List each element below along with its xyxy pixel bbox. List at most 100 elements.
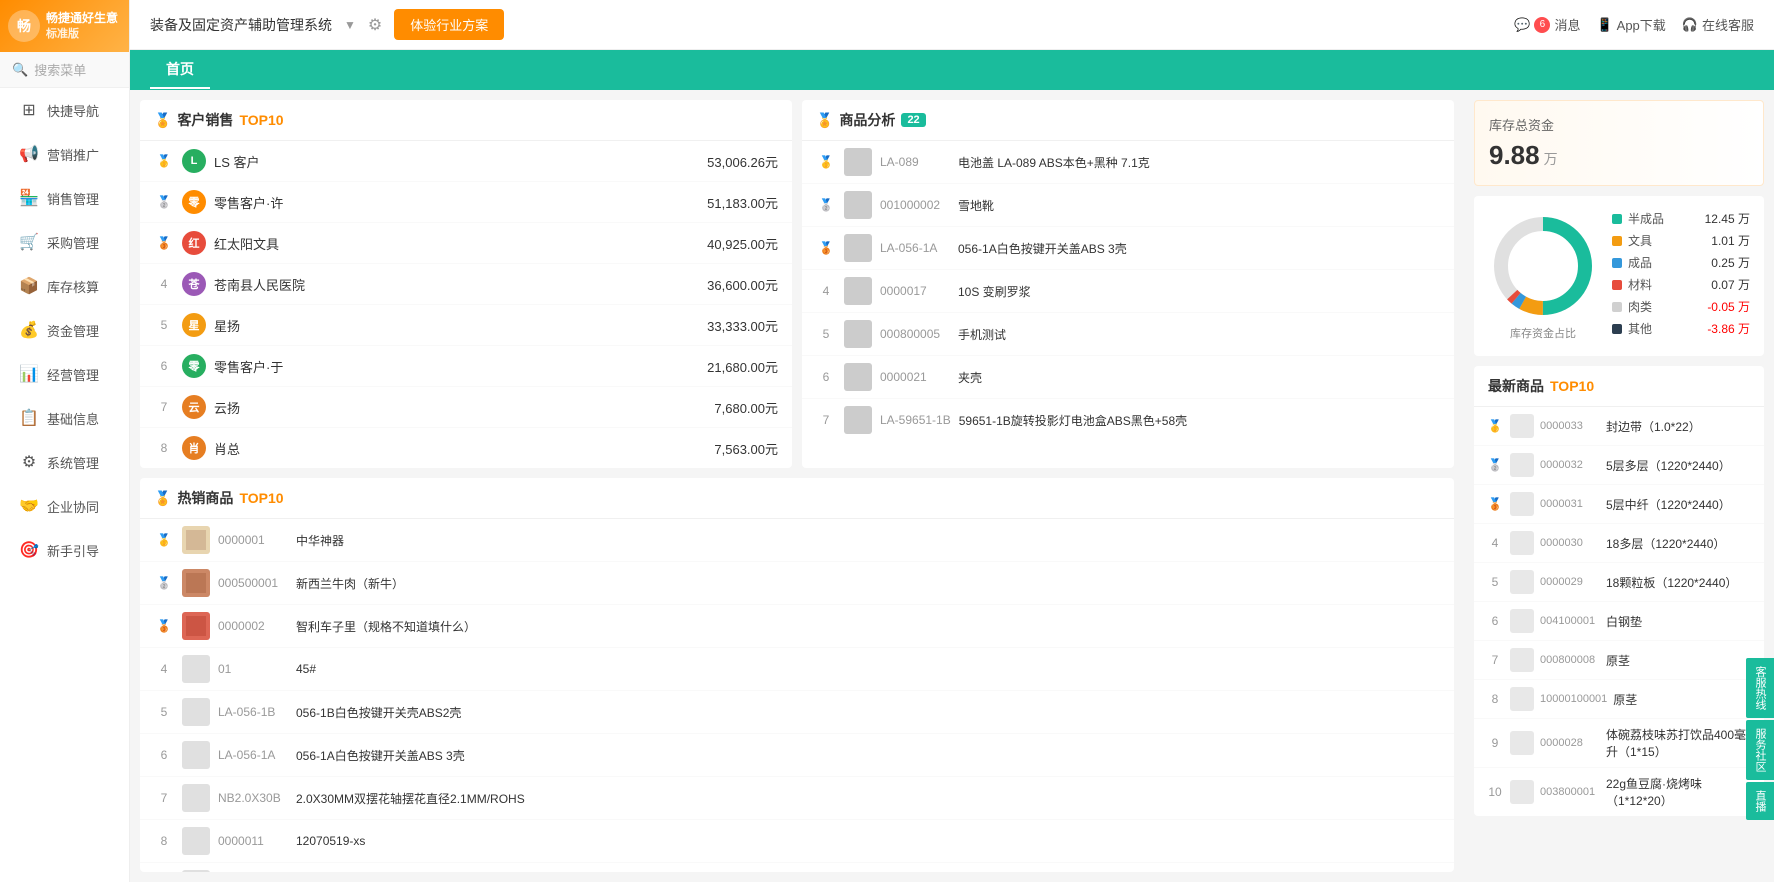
legend-value: 12.45 万 [1705, 210, 1750, 227]
product-thumbnail [182, 569, 210, 597]
sidebar-item-quick-nav[interactable]: ⊞ 快捷导航 [0, 88, 129, 132]
app-download-button[interactable]: 📱 App下载 [1596, 15, 1665, 34]
rank-number: 5 [154, 705, 174, 719]
logo-icon: 畅 [8, 10, 40, 42]
customer-row-5: 5 星 星扬 33,333.00元 [140, 305, 792, 346]
avatar: 肖 [182, 436, 206, 460]
sidebar-item-finance[interactable]: 💰 资金管理 [0, 308, 129, 352]
hot-products-header: 🏅 热销商品 TOP10 [140, 478, 1454, 519]
trial-button[interactable]: 体验行业方案 [394, 9, 504, 40]
product-img [182, 870, 210, 872]
avatar: 红 [182, 231, 206, 255]
sidebar-item-label: 系统管理 [47, 453, 99, 472]
hot-product-row-2: 🥈 000500001 新西兰牛肉（新牛） [140, 562, 1454, 605]
sidebar-item-label: 营销推广 [47, 145, 99, 164]
legend-name: 成品 [1628, 254, 1705, 271]
product-name: 新西兰牛肉（新牛） [296, 575, 1440, 592]
product-code: 0000028 [1540, 737, 1600, 749]
new-products-top10: TOP10 [1550, 378, 1594, 394]
legend-item-3: 材料 0.07 万 [1612, 276, 1750, 293]
product-code: LA-056-1A [218, 748, 288, 762]
product-name: 夹壳 [958, 369, 1440, 386]
rank-number: 6 [154, 748, 174, 762]
legend-color-dot [1612, 214, 1622, 224]
sidebar-item-corp[interactable]: 🤝 企业协同 [0, 484, 129, 528]
right-panel: 库存总资金 9.88 万 [1464, 90, 1774, 882]
search-menu-label: 搜索菜单 [34, 60, 86, 79]
sidebar-item-purchase[interactable]: 🛒 采购管理 [0, 220, 129, 264]
hot-product-row-7: 7 NB2.0X30B 2.0X30MM双摆花轴摆花直径2.1MM/ROHS [140, 777, 1454, 820]
ops-icon: 📊 [19, 364, 39, 384]
rank-number: 7 [154, 400, 174, 414]
sidebar-item-newbie[interactable]: 🎯 新手引导 [0, 528, 129, 572]
gear-icon[interactable]: ⚙ [368, 15, 382, 35]
cs-community-button[interactable]: 服务社区 [1746, 720, 1774, 780]
new-product-row-6: 6 004100001 白钢垫 [1474, 602, 1764, 641]
sidebar-item-label: 新手引导 [47, 541, 99, 560]
product-name: 手机测试 [958, 326, 1440, 343]
purchase-icon: 🛒 [19, 232, 39, 252]
sidebar-item-inventory[interactable]: 📦 库存核算 [0, 264, 129, 308]
cs-live-button[interactable]: 直播 [1746, 782, 1774, 820]
customer-name: 肖总 [214, 439, 706, 458]
product-code: 0000031 [1540, 498, 1600, 510]
legend-name: 半成品 [1628, 210, 1699, 227]
top-two-col: 🏅 客户销售 TOP10 🥇 L LS 客户 53,006.26元 🥈 零 [140, 100, 1454, 468]
new-products-title: 最新商品 [1488, 376, 1544, 396]
product-img [844, 406, 872, 434]
product-name: 18多层（1220*2440） [1606, 535, 1752, 552]
legend-color-dot [1612, 236, 1622, 246]
rank-medal-icon: 🥈 [816, 198, 836, 212]
product-code: 0000033 [1540, 420, 1600, 432]
product-name: 中华神器 [296, 532, 1440, 549]
new-product-row-2: 🥈 0000032 5层多层（1220*2440） [1474, 446, 1764, 485]
new-product-row-3: 🥉 0000031 5层中纤（1220*2440） [1474, 485, 1764, 524]
product-name: 白钢垫 [1606, 613, 1752, 630]
product-code: 000500001 [218, 576, 288, 590]
sidebar-item-operations[interactable]: 📊 经营管理 [0, 352, 129, 396]
rank-number: 7 [816, 413, 836, 427]
online-service-button[interactable]: 🎧 在线客服 [1682, 15, 1754, 34]
sidebar-item-basics[interactable]: 📋 基础信息 [0, 396, 129, 440]
product-name: 59651-1B旋转投影灯电池盒ABS黑色+58壳 [959, 412, 1440, 429]
new-products-panel: 最新商品 TOP10 🥇 0000033 封边带（1.0*22） 🥈 00000… [1474, 366, 1764, 816]
inventory-amount-value: 9.88 [1489, 140, 1540, 171]
hot-products-title: 热销商品 [177, 488, 233, 508]
product-name: 056-1B白色按键开关壳ABS2壳 [296, 704, 1440, 721]
page-nav-home[interactable]: 首页 [150, 51, 210, 89]
customer-row-1: 🥇 L LS 客户 53,006.26元 [140, 141, 792, 182]
chart-label: 库存资金占比 [1510, 325, 1576, 341]
finance-icon: 💰 [19, 320, 39, 340]
sidebar-item-sales[interactable]: 🏪 销售管理 [0, 176, 129, 220]
product-img [1510, 609, 1534, 633]
chart-legend: 半成品 12.45 万 文具 1.01 万 成品 0.25 万 [1612, 210, 1750, 342]
legend-color-dot [1612, 324, 1622, 334]
legend-item-0: 半成品 12.45 万 [1612, 210, 1750, 227]
rank-number: 8 [154, 441, 174, 455]
customer-amount: 7,563.00元 [714, 439, 778, 458]
product-img [844, 191, 872, 219]
product-img [1510, 570, 1534, 594]
medal-icon: 🏅 [154, 112, 171, 129]
new-products-header: 最新商品 TOP10 [1474, 366, 1764, 407]
product-name: 智利车子里（规格不知道填什么） [296, 618, 1440, 635]
product-name: 056-1A白色按键开关盖ABS 3壳 [296, 747, 1440, 764]
product-code: 10000100001 [1540, 693, 1607, 705]
customer-amount: 33,333.00元 [707, 316, 778, 335]
hot-products-panel: 🏅 热销商品 TOP10 🥇 0000001 中华神器 🥈 [140, 478, 1454, 872]
sidebar-item-marketing[interactable]: 📢 营销推广 [0, 132, 129, 176]
message-button[interactable]: 💬 6 消息 [1514, 15, 1580, 34]
hot-product-row-4: 4 01 45# [140, 648, 1454, 691]
cs-hotline-button[interactable]: 客服热线 [1746, 658, 1774, 718]
legend-value: -3.86 万 [1707, 320, 1750, 337]
new-product-row-10: 10 003800001 22g鱼豆腐·烧烤味（1*12*20） [1474, 768, 1764, 816]
main-area: 装备及固定资产辅助管理系统 ▼ ⚙ 体验行业方案 💬 6 消息 📱 App下载 … [130, 0, 1774, 882]
search-menu-row[interactable]: 🔍 搜索菜单 [0, 52, 129, 88]
sidebar-item-system[interactable]: ⚙ 系统管理 [0, 440, 129, 484]
product-rank-row-3: 🥉 LA-056-1A 056-1A白色按键开关盖ABS 3壳 [802, 227, 1454, 270]
rank-number: 4 [154, 277, 174, 291]
customer-amount: 7,680.00元 [714, 398, 778, 417]
headset-icon: 🎧 [1682, 17, 1698, 33]
rank-medal-icon: 🥉 [154, 236, 174, 250]
product-rank-row-6: 6 0000021 夹壳 [802, 356, 1454, 399]
